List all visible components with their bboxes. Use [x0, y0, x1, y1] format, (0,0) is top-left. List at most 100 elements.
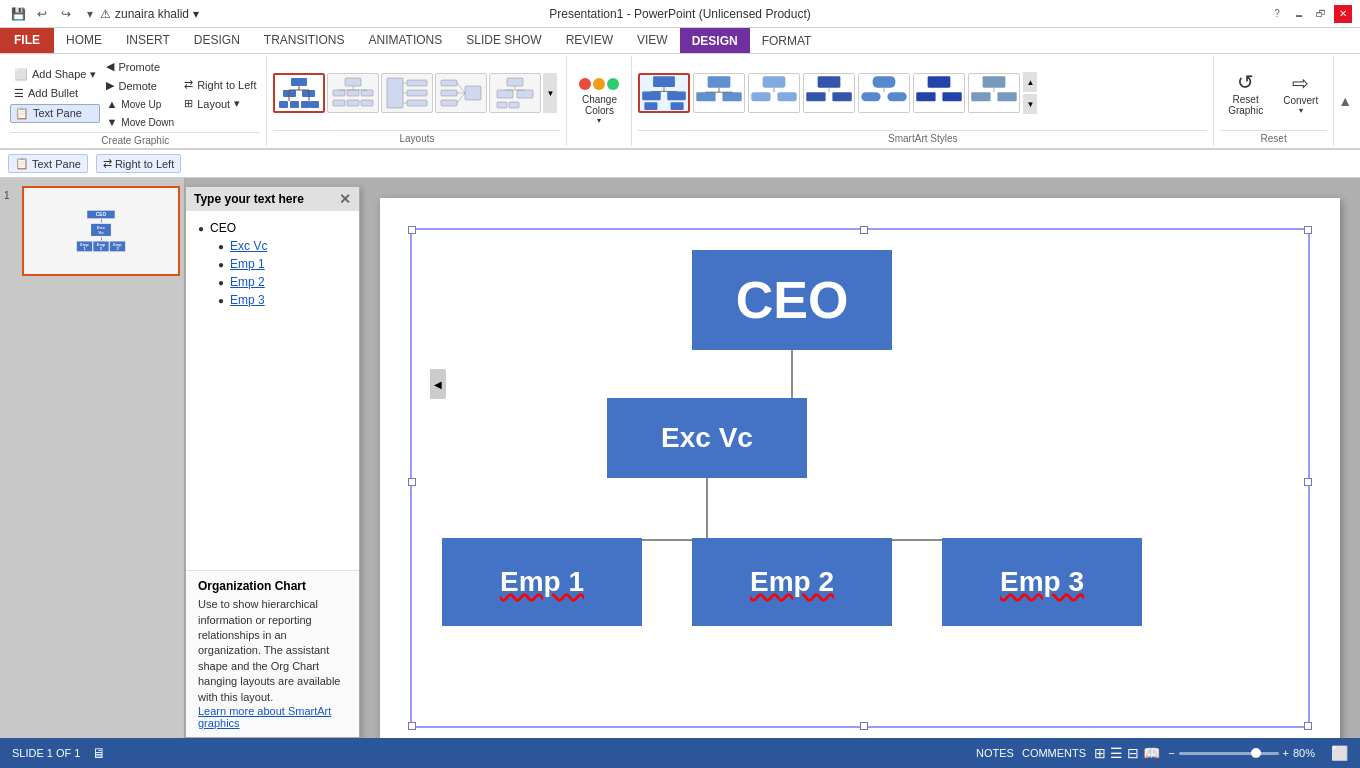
close-button[interactable]: ✕: [1334, 5, 1352, 23]
emp3-box[interactable]: Emp 3: [942, 538, 1142, 626]
zoom-slider[interactable]: [1179, 752, 1279, 755]
move-down-button[interactable]: ▼ Move Down: [102, 114, 178, 130]
handle-tr[interactable]: [1304, 226, 1312, 234]
right-to-left-button[interactable]: ⇄ Right to Left: [180, 76, 260, 93]
style-thumb-1[interactable]: [638, 73, 690, 113]
fit-to-window-button[interactable]: ⬜: [1331, 745, 1348, 761]
tp-excvc-text[interactable]: Exc Vc: [230, 239, 267, 253]
style-thumb-6[interactable]: [913, 73, 965, 113]
tab-design[interactable]: DESIGN: [182, 28, 252, 53]
handle-mr[interactable]: [1304, 478, 1312, 486]
svg-rect-29: [441, 100, 457, 106]
handle-tl[interactable]: [408, 226, 416, 234]
tab-home[interactable]: HOME: [54, 28, 114, 53]
text-pane-content[interactable]: ● CEO ● Exc Vc ● Emp 1 ● Emp 2 ● Emp 3: [186, 211, 359, 570]
layout-thumb-5[interactable]: [489, 73, 541, 113]
reset-graphic-button[interactable]: ↺ ResetGraphic: [1220, 67, 1271, 119]
tp-emp1-text[interactable]: Emp 1: [230, 257, 265, 271]
emp2-box[interactable]: Emp 2: [692, 538, 892, 626]
reset-icon: ↺: [1237, 70, 1254, 94]
slide-info-icon[interactable]: 🖥: [92, 745, 106, 761]
convert-button[interactable]: ⇨ Convert ▾: [1275, 68, 1326, 118]
redo-icon[interactable]: ↪: [56, 4, 76, 24]
add-shape-button[interactable]: ⬜ Add Shape ▾: [10, 66, 100, 83]
slide-sorter-button[interactable]: ⊟: [1127, 745, 1139, 761]
handle-tc[interactable]: [860, 226, 868, 234]
svg-rect-45: [671, 103, 684, 111]
collapse-panel-button[interactable]: ◀: [430, 369, 446, 399]
slide-thumbnail-container: 1 CEO Exc Vc Emp 1 Emp 2 Emp 3: [4, 186, 180, 276]
tab-insert[interactable]: INSERT: [114, 28, 182, 53]
layout-thumb-4[interactable]: [435, 73, 487, 113]
tab-file[interactable]: FILE: [0, 28, 54, 53]
style-thumb-3[interactable]: [748, 73, 800, 113]
layouts-scroll[interactable]: ▼: [543, 73, 557, 113]
svg-rect-62: [862, 92, 881, 101]
slide-canvas[interactable]: CEO Exc Vc Emp 1 Emp 2 Emp 3: [380, 198, 1340, 758]
svg-rect-43: [668, 92, 687, 101]
text-pane-sub-button[interactable]: 📋 Text Pane: [8, 154, 88, 173]
zoom-in-button[interactable]: +: [1283, 747, 1289, 759]
convert-dropdown[interactable]: ▾: [1299, 106, 1303, 115]
tp-emp2-text[interactable]: Emp 2: [230, 275, 265, 289]
handle-ml[interactable]: [408, 478, 416, 486]
change-colors-dropdown[interactable]: ▾: [597, 116, 601, 125]
slide-thumbnail[interactable]: CEO Exc Vc Emp 1 Emp 2 Emp 3: [22, 186, 180, 276]
smartart-container[interactable]: CEO Exc Vc Emp 1 Emp 2 Emp 3: [410, 228, 1310, 728]
text-pane-button[interactable]: 📋 Text Pane: [10, 104, 100, 123]
tab-review[interactable]: REVIEW: [554, 28, 625, 53]
tab-transitions[interactable]: TRANSITIONS: [252, 28, 357, 53]
layout-dropdown-icon[interactable]: ▾: [234, 97, 240, 110]
ceo-box[interactable]: CEO: [692, 250, 892, 350]
tp-emp3-text[interactable]: Emp 3: [230, 293, 265, 307]
add-bullet-button[interactable]: ☰ Add Bullet: [10, 85, 100, 102]
excvc-box[interactable]: Exc Vc: [607, 398, 807, 478]
comments-button[interactable]: COMMENTS: [1022, 747, 1086, 759]
styles-scroll[interactable]: ▲ ▼: [1023, 72, 1037, 114]
handle-br[interactable]: [1304, 722, 1312, 730]
maximize-button[interactable]: 🗗: [1312, 5, 1330, 23]
style-thumb-4[interactable]: [803, 73, 855, 113]
handle-bc[interactable]: [860, 722, 868, 730]
reset-group: ↺ ResetGraphic ⇨ Convert ▾ Reset: [1214, 56, 1334, 146]
tab-smartart-format[interactable]: FORMAT: [750, 28, 824, 53]
normal-view-button[interactable]: ⊞: [1094, 745, 1106, 761]
tab-animations[interactable]: ANIMATIONS: [356, 28, 454, 53]
minimize-button[interactable]: 🗕: [1290, 5, 1308, 23]
notes-button[interactable]: NOTES: [976, 747, 1014, 759]
reading-view-button[interactable]: 📖: [1143, 745, 1160, 761]
promote-button[interactable]: ◀ Promote: [102, 58, 178, 75]
learn-more-link[interactable]: Learn more about SmartArt graphics: [198, 705, 347, 729]
right-to-left-sub-button[interactable]: ⇄ Right to Left: [96, 154, 181, 173]
save-icon[interactable]: 💾: [8, 4, 28, 24]
collapse-ribbon-button[interactable]: ▲: [1334, 56, 1356, 146]
change-colors-button[interactable]: ChangeColors ▾: [571, 75, 627, 128]
help-button[interactable]: ?: [1268, 5, 1286, 23]
emp1-box[interactable]: Emp 1: [442, 538, 642, 626]
customize-icon[interactable]: ▾: [80, 4, 100, 24]
layout-button[interactable]: ⊞ Layout ▾: [180, 95, 260, 112]
svg-rect-35: [497, 90, 513, 98]
tab-smartart-design[interactable]: DESIGN: [680, 28, 750, 53]
layout-thumb-1[interactable]: [273, 73, 325, 113]
collapse-icon[interactable]: ▲: [1338, 93, 1352, 109]
handle-bl[interactable]: [408, 722, 416, 730]
svg-rect-30: [465, 86, 481, 100]
text-pane-close-button[interactable]: ✕: [339, 191, 351, 207]
zoom-out-button[interactable]: −: [1168, 747, 1174, 759]
demote-button[interactable]: ▶ Demote: [102, 77, 178, 94]
style-thumb-7[interactable]: [968, 73, 1020, 113]
add-shape-dropdown-icon[interactable]: ▾: [90, 68, 96, 81]
style-thumb-2[interactable]: [693, 73, 745, 113]
layout-thumb-3[interactable]: [381, 73, 433, 113]
outline-view-button[interactable]: ☰: [1110, 745, 1123, 761]
move-up-button[interactable]: ▲ Move Up: [102, 96, 178, 112]
tab-view[interactable]: VIEW: [625, 28, 680, 53]
layouts-label: Layouts: [273, 130, 560, 144]
tab-slideshow[interactable]: SLIDE SHOW: [454, 28, 553, 53]
undo-icon[interactable]: ↩: [32, 4, 52, 24]
user-dropdown-icon[interactable]: ▾: [193, 7, 199, 21]
change-colors-group: ChangeColors ▾: [567, 56, 632, 146]
layout-thumb-2[interactable]: [327, 73, 379, 113]
style-thumb-5[interactable]: [858, 73, 910, 113]
